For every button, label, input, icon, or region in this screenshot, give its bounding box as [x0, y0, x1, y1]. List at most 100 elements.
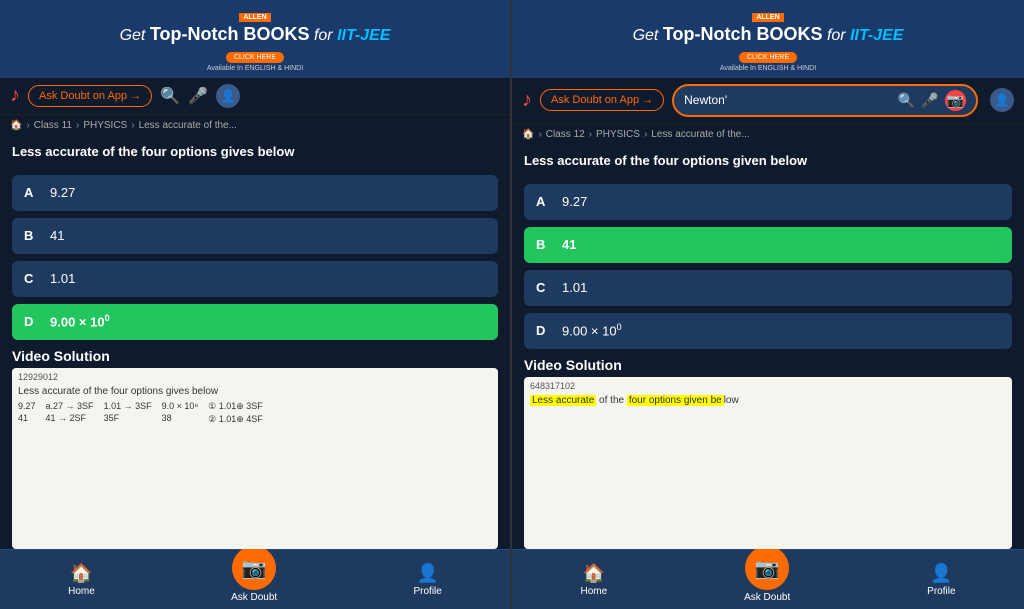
left-header-icons: 🔍 🎤 👤 — [160, 84, 240, 108]
right-video-solution-label: Video Solution — [512, 349, 1024, 377]
right-breadcrumb-subject[interactable]: PHYSICS — [596, 129, 640, 140]
left-ask-doubt-label: Ask Doubt — [231, 592, 277, 603]
left-banner-pre: Get — [120, 27, 146, 44]
right-video-highlight2: four options given be — [627, 395, 724, 406]
right-profile-icon: 👤 — [930, 563, 952, 584]
right-camera-icon: 📷 — [755, 556, 780, 581]
right-banner: ALLEN Get Top-Notch BOOKS for IIT-JEE CL… — [512, 0, 1024, 78]
left-banner: ALLEN Get Top-Notch BOOKS for IIT-JEE CL… — [0, 0, 510, 78]
left-option-c-letter: C — [24, 271, 40, 286]
right-option-d-text: 9.00 × 100 — [562, 322, 622, 338]
right-banner-title: Get Top-Notch BOOKS for IIT-JEE — [522, 24, 1014, 46]
right-mic-icon[interactable]: 🎤 — [921, 92, 938, 109]
left-math-col1: 9.27 41 — [18, 401, 36, 545]
left-breadcrumb-subject[interactable]: PHYSICS — [83, 120, 127, 131]
right-option-a[interactable]: A 9.27 — [524, 184, 1012, 220]
right-search-bar[interactable]: 🔍 🎤 📷 — [672, 84, 978, 117]
right-video-highlight: Less accurate — [530, 395, 596, 406]
right-nav-profile[interactable]: 👤 Profile — [927, 563, 955, 597]
right-option-d[interactable]: D 9.00 × 100 — [524, 313, 1012, 349]
left-profile-label: Profile — [413, 586, 441, 597]
right-question-text: Less accurate of the four options given … — [524, 153, 1012, 168]
right-video-thumb[interactable]: 648317102 Less accurate of the four opti… — [524, 377, 1012, 549]
left-breadcrumb-home[interactable]: 🏠 — [10, 120, 22, 131]
right-video-question: Less accurate of the four options given … — [524, 395, 1012, 406]
left-math-item5: 1.01 → 3SF — [104, 401, 152, 411]
left-banner-for: for — [314, 27, 337, 44]
left-banner-bold: Top-Notch BOOKS — [150, 24, 310, 44]
left-math-item1: 9.27 — [18, 401, 36, 411]
left-breadcrumb-topic: Less accurate of the... — [139, 120, 237, 131]
right-question-area: Less accurate of the four options given … — [512, 145, 1024, 184]
right-ask-doubt-label: Ask Doubt — [744, 592, 790, 603]
left-math-item4: 41 → 2SF — [46, 413, 94, 423]
right-option-a-text: 9.27 — [562, 194, 587, 209]
right-breadcrumb-sep1: › — [538, 129, 541, 140]
left-header: ♪ Ask Doubt on App → 🔍 🎤 👤 — [0, 78, 510, 115]
right-options: A 9.27 B 41 C 1.01 D 9.00 × 100 — [512, 184, 1024, 349]
right-nav-ask-doubt[interactable]: 📷 Ask Doubt — [744, 556, 790, 603]
left-option-b-text: 41 — [50, 228, 64, 243]
left-mic-icon[interactable]: 🎤 — [188, 86, 208, 106]
left-profile-icon: 👤 — [416, 563, 438, 584]
right-camera-icon-circle[interactable]: 📷 — [745, 546, 789, 590]
right-search-input[interactable] — [684, 93, 892, 107]
right-search-icon[interactable]: 🔍 — [898, 92, 915, 109]
left-option-b-letter: B — [24, 228, 40, 243]
right-banner-pre: Get — [633, 27, 659, 44]
left-question-text: Less accurate of the four options gives … — [12, 144, 498, 159]
right-available-text: Available In ENGLISH & HINDI — [522, 65, 1014, 72]
right-banner-bold: Top-Notch BOOKS — [663, 24, 823, 44]
left-option-c[interactable]: C 1.01 — [12, 261, 498, 297]
right-option-c-text: 1.01 — [562, 280, 587, 295]
left-math-item6: 35F — [104, 413, 152, 423]
left-option-a-text: 9.27 — [50, 185, 75, 200]
left-option-b[interactable]: B 41 — [12, 218, 498, 254]
right-option-c-letter: C — [536, 280, 552, 295]
left-breadcrumb: 🏠 › Class 11 › PHYSICS › Less accurate o… — [0, 115, 510, 136]
left-nav-home[interactable]: 🏠 Home — [68, 563, 95, 597]
right-option-b[interactable]: B 41 — [524, 227, 1012, 263]
right-home-label: Home — [580, 586, 607, 597]
left-video-math: 9.27 41 a.27 → 3SF 41 → 2SF 1.01 → 3SF 3… — [12, 397, 498, 549]
left-avatar[interactable]: 👤 — [216, 84, 240, 108]
right-video-id: 648317102 — [524, 377, 1012, 395]
left-ask-doubt-button[interactable]: Ask Doubt on App → — [28, 85, 152, 107]
left-breadcrumb-sep2: › — [76, 120, 79, 131]
left-click-here[interactable]: CLICK HERE — [226, 52, 284, 63]
left-math-item7: 9.0 × 10⁸ — [162, 401, 199, 411]
right-tiktok-icon[interactable]: ♪ — [522, 89, 532, 112]
left-nav-profile[interactable]: 👤 Profile — [413, 563, 441, 597]
right-bottom-nav: 🏠 Home 📷 Ask Doubt 👤 Profile — [512, 549, 1024, 609]
left-option-d[interactable]: D 9.00 × 100 — [12, 304, 498, 340]
left-video-question: Less accurate of the four options gives … — [12, 386, 498, 397]
right-avatar[interactable]: 👤 — [990, 88, 1014, 112]
left-nav-ask-doubt[interactable]: 📷 Ask Doubt — [231, 556, 277, 603]
right-breadcrumb-sep3: › — [644, 129, 647, 140]
right-nav-home[interactable]: 🏠 Home — [580, 563, 607, 597]
left-search-icon[interactable]: 🔍 — [160, 86, 180, 106]
left-banner-brand: IIT-JEE — [337, 27, 390, 44]
left-options: A 9.27 B 41 C 1.01 D 9.00 × 100 — [0, 175, 510, 340]
right-click-here[interactable]: CLICK HERE — [739, 52, 797, 63]
left-available-text: Available In ENGLISH & HINDI — [10, 65, 500, 72]
left-video-thumb[interactable]: 12929012 Less accurate of the four optio… — [12, 368, 498, 549]
right-ask-doubt-button[interactable]: Ask Doubt on App → — [540, 89, 664, 111]
left-camera-icon-circle[interactable]: 📷 — [232, 546, 276, 590]
left-option-a[interactable]: A 9.27 — [12, 175, 498, 211]
right-header: ♪ Ask Doubt on App → 🔍 🎤 📷 👤 — [512, 78, 1024, 124]
left-video-solution-label: Video Solution — [0, 340, 510, 368]
right-breadcrumb-class[interactable]: Class 12 — [546, 129, 585, 140]
left-breadcrumb-class[interactable]: Class 11 — [34, 120, 72, 131]
left-breadcrumb-sep3: › — [131, 120, 134, 131]
left-math-col2: a.27 → 3SF 41 → 2SF — [46, 401, 94, 545]
left-math-col5: ① 1.01⊕ 3SF ② 1.01⊕ 4SF — [208, 401, 263, 545]
right-breadcrumb-topic: Less accurate of the... — [651, 129, 749, 140]
left-question-area: Less accurate of the four options gives … — [0, 136, 510, 175]
right-camera-search-icon[interactable]: 📷 — [945, 90, 966, 111]
left-allen-tag: ALLEN — [239, 13, 270, 22]
right-breadcrumb-home[interactable]: 🏠 — [522, 129, 534, 140]
left-home-label: Home — [68, 586, 95, 597]
right-option-c[interactable]: C 1.01 — [524, 270, 1012, 306]
left-tiktok-icon[interactable]: ♪ — [10, 84, 20, 107]
